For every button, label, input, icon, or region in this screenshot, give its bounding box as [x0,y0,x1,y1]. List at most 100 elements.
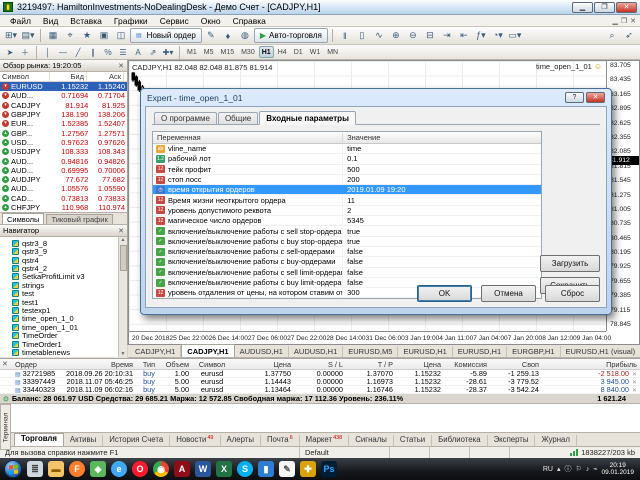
terminal-side-tab[interactable]: Терминал [0,404,11,450]
tab-tick-chart[interactable]: Тиковый график [46,214,113,225]
mdi-close-button[interactable]: ✕ [630,17,636,25]
templates-icon[interactable]: ▭▾ [507,28,523,43]
timeframe-mn[interactable]: MN [324,46,341,58]
cursor-icon[interactable]: ➤ [3,46,17,58]
symbol-row[interactable]: ▴ AUD... 0.69995 0.70006 [0,166,127,175]
param-row-selected[interactable]: ◷ время открытия ордеров 2019.01.09 19:20 [153,185,541,196]
terminal-icon[interactable]: ▣ [96,28,112,43]
new-order-button[interactable]: ▤ Новый ордер [130,28,202,43]
menu-file[interactable]: Файл [4,16,37,26]
taskbar-ie-icon[interactable]: e [111,461,127,477]
arrows-icon[interactable]: ⇗ [146,46,160,58]
tray-show-hidden-icon[interactable]: ▴ [557,465,561,473]
taskbar-skype-icon[interactable]: S [237,461,253,477]
symbol-row[interactable]: ▴ GBP... 1.27567 1.27571 [0,128,127,138]
trendline-icon[interactable]: ╱ [71,46,85,58]
taskbar-acrobat-icon[interactable]: A [174,461,190,477]
navigator-icon[interactable]: ★ [79,28,95,43]
tray-clock[interactable]: 20:19 09.01.2019 [601,462,636,477]
taskbar-excel-icon[interactable]: X [216,461,232,477]
timeframe-m15[interactable]: M15 [217,46,237,58]
fibonacci-icon[interactable]: ％ [101,46,115,58]
dialog-help-button[interactable]: ? [565,92,584,103]
market-watch-close-icon[interactable]: ✕ [118,62,124,70]
mdi-restore-button[interactable]: ❐ [621,17,627,25]
tile-windows-icon[interactable]: ⊟ [422,28,438,43]
param-row[interactable]: ✓ включение/выключение работы с sell stop… [153,226,541,237]
tab-news[interactable]: Новости 49 [170,435,221,446]
menu-insert[interactable]: Вставка [64,16,108,26]
data-window-icon[interactable]: ⌖ [62,28,78,43]
restore-button[interactable]: ❐ [594,1,615,13]
taskbar-chrome-icon[interactable]: ◉ [153,461,169,477]
more-tools-icon[interactable]: ✚▾ [161,46,175,58]
param-row[interactable]: ✓ включение/выключение работы с sell-орде… [153,247,541,258]
taskbar-notepad-icon[interactable]: ✎ [279,461,295,477]
chart-tab[interactable]: EURUSD,H1 [453,346,508,357]
symbol-row[interactable]: ▴ USD... 0.97623 0.97626 [0,138,127,147]
tray-language[interactable]: RU [543,466,553,473]
symbol-row[interactable]: ▾ EUR... 1.52385 1.52407 [0,119,127,128]
line-chart-icon[interactable]: ∿ [371,28,387,43]
param-row[interactable]: 12 Время жизни неоткрытого ордера 11 [153,195,541,206]
shapes-icon[interactable]: ☰ [116,46,130,58]
menu-charts[interactable]: Графики [108,16,154,26]
taskbar-antivirus-icon[interactable]: ✚ [300,461,316,477]
market-watch-icon[interactable]: ▦ [45,28,61,43]
timeframe-m30[interactable]: M30 [238,46,258,58]
channel-icon[interactable]: ∥ [86,46,100,58]
symbol-row[interactable]: ▴ USDJPY 108.333 108.343 [0,147,127,156]
chart-shift-icon[interactable]: ⇤ [456,28,472,43]
symbol-row[interactable]: ▾ EURUSD 1.15232 1.15240 [0,82,127,92]
taskbar-recorder-icon[interactable]: ▮ [258,461,274,477]
chart-tab[interactable]: EURGBP,H1 [507,346,561,357]
tray-volume-icon[interactable]: ♪ [586,466,590,473]
candle-chart-icon[interactable]: ▯ [354,28,370,43]
periods-icon[interactable]: ◔▾ [490,28,506,43]
tab-library[interactable]: Библиотека [432,435,488,446]
bar-chart-icon[interactable]: ‖ [337,28,353,43]
tray-info-icon[interactable]: ⓘ [564,464,571,474]
symbol-row[interactable]: ▾ AUD... 0.71694 0.71704 [0,91,127,100]
auto-scroll-icon[interactable]: ⇥ [439,28,455,43]
terminal-close-icon[interactable]: ✕ [2,360,8,368]
param-row[interactable]: 12 уровень допустимого реквота 2 [153,205,541,217]
indicators-icon[interactable]: ƒ▾ [473,28,489,43]
crosshair-icon[interactable]: ＋ [18,46,32,58]
tab-about[interactable]: О программе [154,112,217,124]
symbol-row[interactable]: ▾ CADJPY 81.914 81.925 [0,101,127,110]
tab-symbols[interactable]: Символы [2,213,45,225]
param-row[interactable]: 12 стоп лосс 200 [153,175,541,186]
timeframe-m5[interactable]: M5 [201,46,217,58]
menu-window[interactable]: Окно [195,16,227,26]
menu-view[interactable]: Вид [37,16,64,26]
pin-icon[interactable]: ⌕ [604,28,620,43]
tab-experts[interactable]: Эксперты [488,435,536,446]
timeframe-h4[interactable]: H4 [275,46,290,58]
metaeditor-icon[interactable]: ✎ [203,28,219,43]
minimize-button[interactable]: ▁ [572,1,593,13]
symbol-row[interactable]: ▴ CHFJPY 110.968 110.974 [0,203,127,212]
dialog-close-button[interactable]: ✕ [586,92,605,103]
param-row[interactable]: 1.2 рабочий лот 0.1 [153,154,541,165]
new-chart-icon[interactable]: ⊞▾ [3,28,19,43]
taskbar-media-icon[interactable]: ◈ [90,461,106,477]
param-row[interactable]: 12 тейк профит 500 [153,164,541,175]
taskbar-opera-icon[interactable]: O [132,461,148,477]
param-row[interactable]: ✓ включение/выключение работы с buy stop-… [153,236,541,247]
taskbar-firefox-icon[interactable]: F [69,461,85,477]
cancel-button[interactable]: Отмена [481,285,536,302]
param-row[interactable]: ✓ включение/выключение работы с buy-ордер… [153,257,541,268]
trade-row[interactable]: ▤ 33440323 2018.11.09 06:02:16 buy 5.00 e… [0,385,640,394]
mdi-minimize-button[interactable]: ▁ [612,17,617,25]
navigator-close-icon[interactable]: ✕ [118,227,124,235]
taskbar-word-icon[interactable]: W [195,461,211,477]
reset-button[interactable]: Сброс [545,285,600,302]
ok-button[interactable]: OK [417,285,472,302]
tab-exposure[interactable]: Активы [64,435,104,446]
tab-common[interactable]: Общие [217,112,259,124]
symbol-row[interactable]: ▴ CAD... 0.73813 0.73833 [0,194,127,203]
tab-articles[interactable]: Статьи [394,435,433,446]
symbol-row[interactable]: ▴ AUD... 0.94816 0.94826 [0,156,127,166]
chart-tab[interactable]: AUDUSD,H1 [235,346,289,357]
